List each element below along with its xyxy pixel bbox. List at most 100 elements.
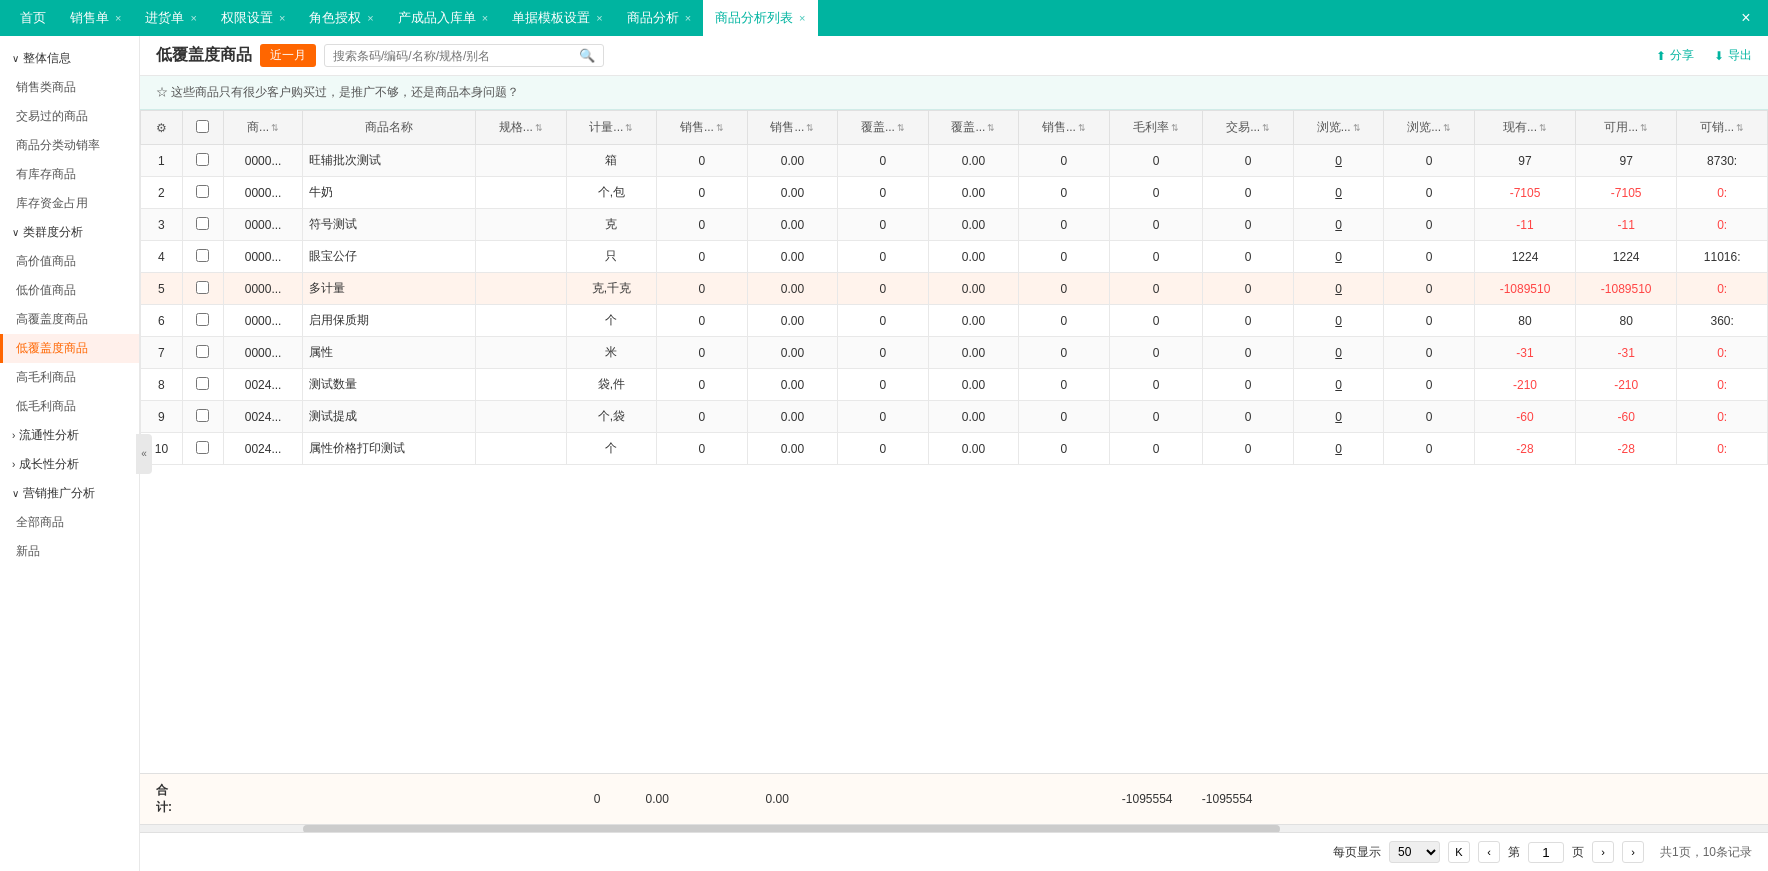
table-cell: 0 bbox=[838, 305, 929, 337]
sidebar-section-营销推广分析[interactable]: ∨营销推广分析 bbox=[0, 479, 139, 508]
col-header-sales3[interactable]: 销售...⇅ bbox=[1019, 111, 1110, 145]
page-title: 低覆盖度商品 bbox=[156, 45, 252, 66]
table-cell: 0 bbox=[657, 369, 748, 401]
col-header-sales_qty[interactable]: 销售...⇅ bbox=[657, 111, 748, 145]
col-header-current[interactable]: 现有...⇅ bbox=[1474, 111, 1575, 145]
table-cell: 0.00 bbox=[928, 241, 1019, 273]
share-button[interactable]: ⬆ 分享 bbox=[1656, 47, 1694, 64]
footer-cell bbox=[987, 792, 1047, 806]
row-checkbox[interactable] bbox=[196, 313, 209, 326]
nav-close-产成品入库单[interactable]: × bbox=[482, 12, 488, 24]
col-header-browse2[interactable]: 浏览...⇅ bbox=[1384, 111, 1475, 145]
sidebar-item-全部商品[interactable]: 全部商品 bbox=[0, 508, 139, 537]
page-size-select[interactable]: 2050100 bbox=[1389, 841, 1440, 863]
nav-item-权限设置[interactable]: 权限设置× bbox=[209, 0, 297, 36]
select-all-checkbox[interactable] bbox=[196, 120, 209, 133]
sidebar-item-高覆盖度商品[interactable]: 高覆盖度商品 bbox=[0, 305, 139, 334]
prev-page-button[interactable]: ‹ bbox=[1478, 841, 1500, 863]
table-container[interactable]: ⚙商...⇅商品名称规格...⇅计量...⇅销售...⇅销售...⇅覆盖...⇅… bbox=[140, 110, 1768, 773]
table-cell: 0 bbox=[1019, 433, 1110, 465]
sidebar-section-类群度分析[interactable]: ∨类群度分析 bbox=[0, 218, 139, 247]
col-header-sales_amt[interactable]: 销售...⇅ bbox=[747, 111, 838, 145]
nav-item-销售单[interactable]: 销售单× bbox=[58, 0, 133, 36]
sidebar-item-有库存商品[interactable]: 有库存商品 bbox=[0, 160, 139, 189]
col-header-unit[interactable]: 计量...⇅ bbox=[566, 111, 657, 145]
col-header-trade[interactable]: 交易...⇅ bbox=[1203, 111, 1294, 145]
nav-close-权限设置[interactable]: × bbox=[279, 12, 285, 24]
sidebar-item-新品[interactable]: 新品 bbox=[0, 537, 139, 566]
table-cell: 0000... bbox=[224, 177, 303, 209]
col-header-saleable[interactable]: 可销...⇅ bbox=[1677, 111, 1768, 145]
nav-item-首页[interactable]: 首页 bbox=[8, 0, 58, 36]
nav-close-单据模板设置[interactable]: × bbox=[596, 12, 602, 24]
sidebar-section-流通性分析[interactable]: ›流通性分析 bbox=[0, 421, 139, 450]
last-page-button[interactable]: › bbox=[1622, 841, 1644, 863]
first-page-button[interactable]: K bbox=[1448, 841, 1470, 863]
row-checkbox[interactable] bbox=[196, 249, 209, 262]
export-button[interactable]: ⬇ 导出 bbox=[1714, 47, 1752, 64]
sidebar-item-低覆盖度商品[interactable]: 低覆盖度商品 bbox=[0, 334, 139, 363]
table-cell: 97 bbox=[1474, 145, 1575, 177]
row-checkbox[interactable] bbox=[196, 281, 209, 294]
period-button[interactable]: 近一月 bbox=[260, 44, 316, 67]
table-cell: 0 bbox=[1109, 145, 1203, 177]
share-icon: ⬆ bbox=[1656, 49, 1666, 63]
nav-close-角色授权[interactable]: × bbox=[367, 12, 373, 24]
row-checkbox[interactable] bbox=[196, 409, 209, 422]
nav-close-商品分析[interactable]: × bbox=[685, 12, 691, 24]
settings-icon[interactable]: ⚙ bbox=[156, 121, 167, 135]
row-checkbox[interactable] bbox=[196, 441, 209, 454]
row-checkbox[interactable] bbox=[196, 217, 209, 230]
table-footer: 合计: 00.000.00-1095554-1095554 bbox=[140, 773, 1768, 824]
col-header-browse1[interactable]: 浏览...⇅ bbox=[1293, 111, 1384, 145]
next-page-button[interactable]: › bbox=[1592, 841, 1614, 863]
row-checkbox[interactable] bbox=[196, 345, 209, 358]
table-cell: 0000... bbox=[224, 337, 303, 369]
sidebar-item-高毛利商品[interactable]: 高毛利商品 bbox=[0, 363, 139, 392]
table-cell: 0.00 bbox=[747, 241, 838, 273]
horizontal-scrollbar[interactable] bbox=[140, 824, 1768, 832]
sidebar-item-低价值商品[interactable]: 低价值商品 bbox=[0, 276, 139, 305]
table-cell: 0 bbox=[1203, 369, 1294, 401]
col-header-gross_rate[interactable]: 毛利率⇅ bbox=[1109, 111, 1203, 145]
table-cell: 7 bbox=[141, 337, 183, 369]
sidebar-item-低毛利商品[interactable]: 低毛利商品 bbox=[0, 392, 139, 421]
sidebar-section-整体信息[interactable]: ∨整体信息 bbox=[0, 44, 139, 73]
col-header-checkbox bbox=[182, 111, 223, 145]
nav-item-角色授权[interactable]: 角色授权× bbox=[297, 0, 385, 36]
row-checkbox[interactable] bbox=[196, 377, 209, 390]
col-header-available[interactable]: 可用...⇅ bbox=[1576, 111, 1677, 145]
nav-close-销售单[interactable]: × bbox=[115, 12, 121, 24]
sidebar-item-交易过的商品[interactable]: 交易过的商品 bbox=[0, 102, 139, 131]
nav-item-进货单[interactable]: 进货单× bbox=[133, 0, 208, 36]
sidebar-item-商品分类动销率[interactable]: 商品分类动销率 bbox=[0, 131, 139, 160]
col-header-spec[interactable]: 规格...⇅ bbox=[476, 111, 567, 145]
table-cell bbox=[182, 337, 223, 369]
sidebar-item-库存资金占用[interactable]: 库存资金占用 bbox=[0, 189, 139, 218]
nav-close-进货单[interactable]: × bbox=[190, 12, 196, 24]
row-checkbox[interactable] bbox=[196, 185, 209, 198]
table-cell: 0000... bbox=[224, 145, 303, 177]
sidebar-item-销售类商品[interactable]: 销售类商品 bbox=[0, 73, 139, 102]
current-page-input[interactable] bbox=[1528, 842, 1564, 863]
sidebar-collapse-button[interactable]: « bbox=[136, 434, 152, 474]
table-cell: 克,千克 bbox=[566, 273, 657, 305]
nav-item-商品分析[interactable]: 商品分析× bbox=[615, 0, 703, 36]
sidebar-section-成长性分析[interactable]: ›成长性分析 bbox=[0, 450, 139, 479]
footer-cell bbox=[807, 792, 867, 806]
search-input[interactable] bbox=[333, 49, 579, 63]
table-cell: 0: bbox=[1677, 401, 1768, 433]
col-header-code[interactable]: 商...⇅ bbox=[224, 111, 303, 145]
col-header-coverage2[interactable]: 覆盖...⇅ bbox=[928, 111, 1019, 145]
nav-item-商品分析列表[interactable]: 商品分析列表× bbox=[703, 0, 817, 36]
sidebar-item-高价值商品[interactable]: 高价值商品 bbox=[0, 247, 139, 276]
nav-item-单据模板设置[interactable]: 单据模板设置× bbox=[500, 0, 614, 36]
window-close-button[interactable]: × bbox=[1732, 4, 1760, 32]
table-cell: 0 bbox=[1384, 209, 1475, 241]
table-cell: 个,袋 bbox=[566, 401, 657, 433]
nav-item-产成品入库单[interactable]: 产成品入库单× bbox=[386, 0, 500, 36]
col-header-coverage1[interactable]: 覆盖...⇅ bbox=[838, 111, 929, 145]
table-cell: 0 bbox=[1019, 177, 1110, 209]
row-checkbox[interactable] bbox=[196, 153, 209, 166]
nav-close-商品分析列表[interactable]: × bbox=[799, 12, 805, 24]
